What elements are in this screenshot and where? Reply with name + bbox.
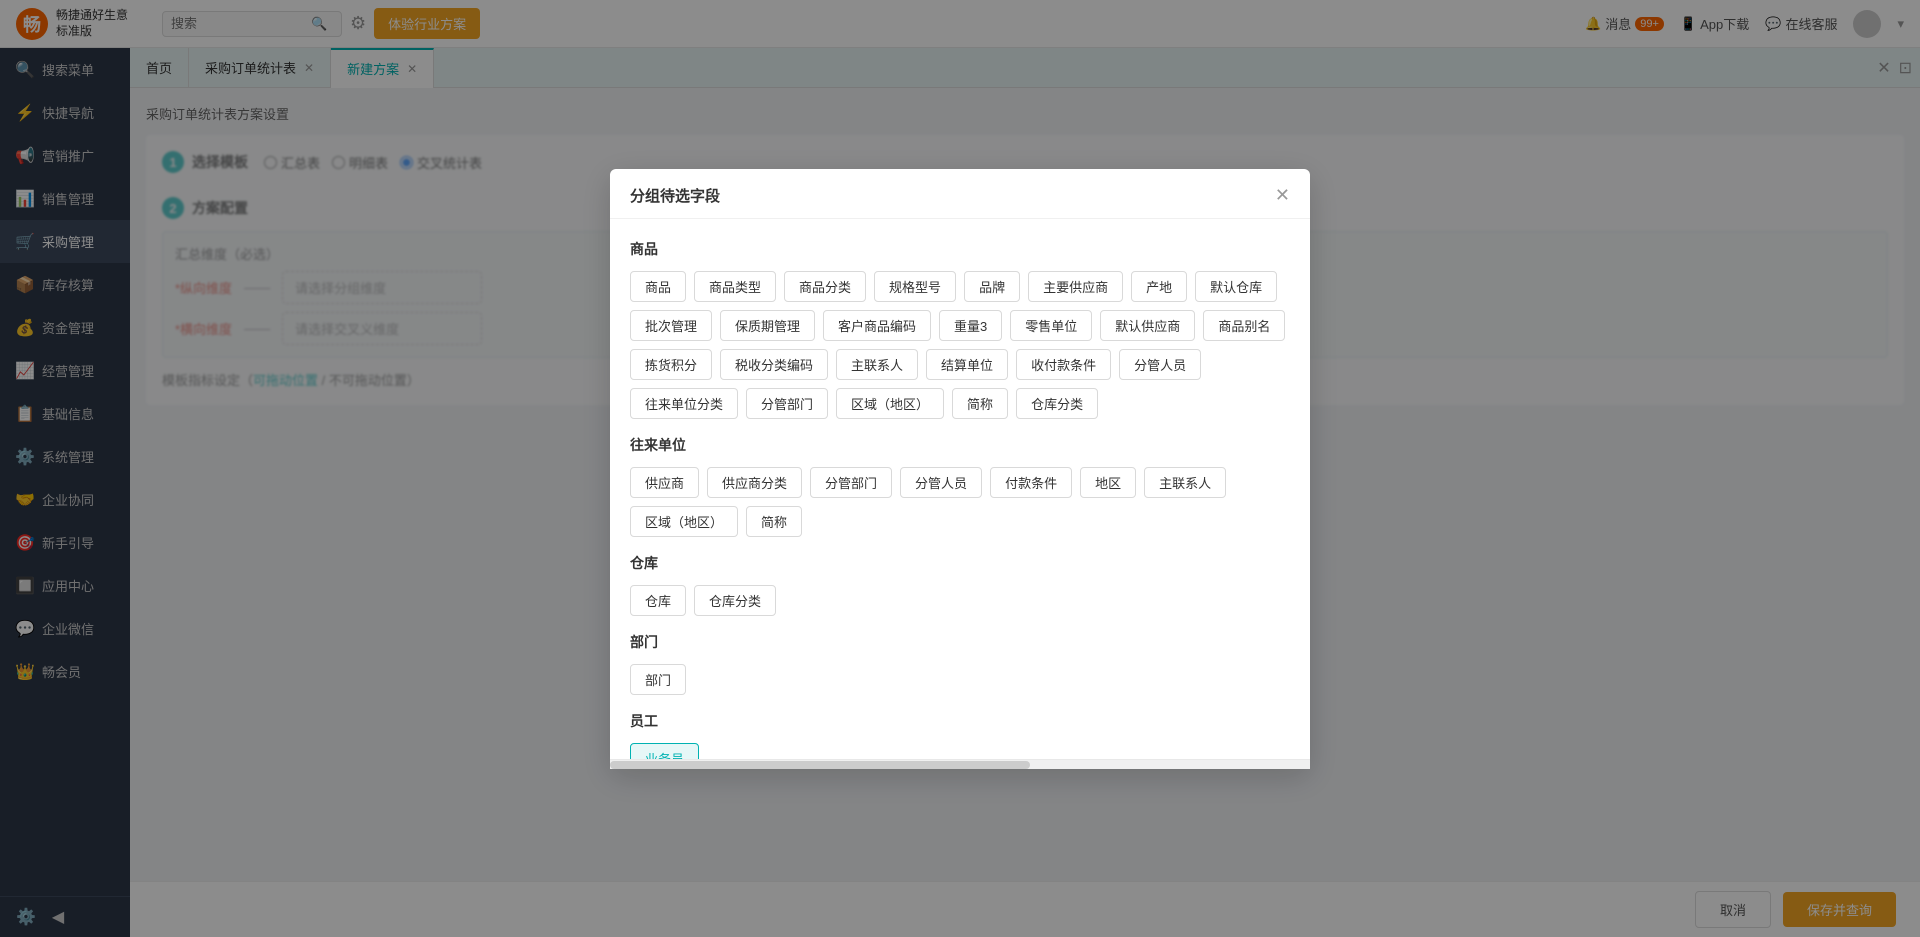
field-grid-department: 部门	[630, 664, 1290, 695]
field-warehouse[interactable]: 仓库	[630, 585, 686, 616]
modal-scrollbar-thumb	[610, 761, 1030, 769]
section-title-department: 部门	[630, 632, 1290, 652]
field-brand[interactable]: 品牌	[964, 271, 1020, 302]
field-product[interactable]: 商品	[630, 271, 686, 302]
field-batch[interactable]: 批次管理	[630, 310, 712, 341]
field-retail-unit[interactable]: 零售单位	[1010, 310, 1092, 341]
field-region-partner[interactable]: 区域（地区）	[630, 506, 738, 537]
modal-close-button[interactable]: ✕	[1275, 186, 1290, 204]
field-grid-employee: 业务员	[630, 743, 1290, 759]
field-manage-dept[interactable]: 分管部门	[810, 467, 892, 498]
modal-header: 分组待选字段 ✕	[610, 169, 1310, 219]
field-warehouse-category[interactable]: 仓库分类	[694, 585, 776, 616]
field-region-product[interactable]: 区域（地区）	[836, 388, 944, 419]
section-title-product: 商品	[630, 239, 1290, 259]
field-customer-code[interactable]: 客户商品编码	[823, 310, 931, 341]
field-main-contact-partner[interactable]: 主联系人	[1144, 467, 1226, 498]
field-salesperson[interactable]: 业务员	[630, 743, 699, 759]
field-short-name-product[interactable]: 简称	[952, 388, 1008, 419]
field-grid-product: 商品 商品类型 商品分类 规格型号 品牌 主要供应商 产地 默认仓库 批次管理 …	[630, 271, 1290, 419]
field-short-name-partner[interactable]: 简称	[746, 506, 802, 537]
field-supplier-category[interactable]: 供应商分类	[707, 467, 802, 498]
section-title-warehouse: 仓库	[630, 553, 1290, 573]
field-default-supplier[interactable]: 默认供应商	[1100, 310, 1195, 341]
field-warehouse-category-product[interactable]: 仓库分类	[1016, 388, 1098, 419]
field-supplier[interactable]: 供应商	[630, 467, 699, 498]
field-grid-partner: 供应商 供应商分类 分管部门 分管人员 付款条件 地区 主联系人 区域（地区） …	[630, 467, 1290, 537]
modal-scrollbar[interactable]	[610, 759, 1310, 769]
modal-body[interactable]: 商品 商品 商品类型 商品分类 规格型号 品牌 主要供应商 产地 默认仓库 批次…	[610, 219, 1310, 759]
field-product-type[interactable]: 商品类型	[694, 271, 776, 302]
field-settlement-unit[interactable]: 结算单位	[926, 349, 1008, 380]
field-supervisor[interactable]: 分管人员	[1119, 349, 1201, 380]
field-dept[interactable]: 分管部门	[746, 388, 828, 419]
field-product-category[interactable]: 商品分类	[784, 271, 866, 302]
field-grid-warehouse: 仓库 仓库分类	[630, 585, 1290, 616]
field-main-contact[interactable]: 主联系人	[836, 349, 918, 380]
field-payment-terms[interactable]: 收付款条件	[1016, 349, 1111, 380]
field-payment-cond[interactable]: 付款条件	[990, 467, 1072, 498]
section-title-employee: 员工	[630, 711, 1290, 731]
field-department[interactable]: 部门	[630, 664, 686, 695]
field-partner-category[interactable]: 往来单位分类	[630, 388, 738, 419]
field-main-supplier[interactable]: 主要供应商	[1028, 271, 1123, 302]
field-area[interactable]: 地区	[1080, 467, 1136, 498]
field-product-alias[interactable]: 商品别名	[1203, 310, 1285, 341]
field-manage-person[interactable]: 分管人员	[900, 467, 982, 498]
field-origin[interactable]: 产地	[1131, 271, 1187, 302]
field-weight3[interactable]: 重量3	[939, 310, 1002, 341]
field-pick-points[interactable]: 拣货积分	[630, 349, 712, 380]
field-tax-code[interactable]: 税收分类编码	[720, 349, 828, 380]
field-spec-model[interactable]: 规格型号	[874, 271, 956, 302]
field-shelf-life[interactable]: 保质期管理	[720, 310, 815, 341]
modal-title: 分组待选字段	[630, 185, 720, 206]
modal: 分组待选字段 ✕ 商品 商品 商品类型 商品分类 规格型号 品牌 主要供应商 产…	[610, 169, 1310, 769]
field-default-warehouse[interactable]: 默认仓库	[1195, 271, 1277, 302]
section-title-partner: 往来单位	[630, 435, 1290, 455]
